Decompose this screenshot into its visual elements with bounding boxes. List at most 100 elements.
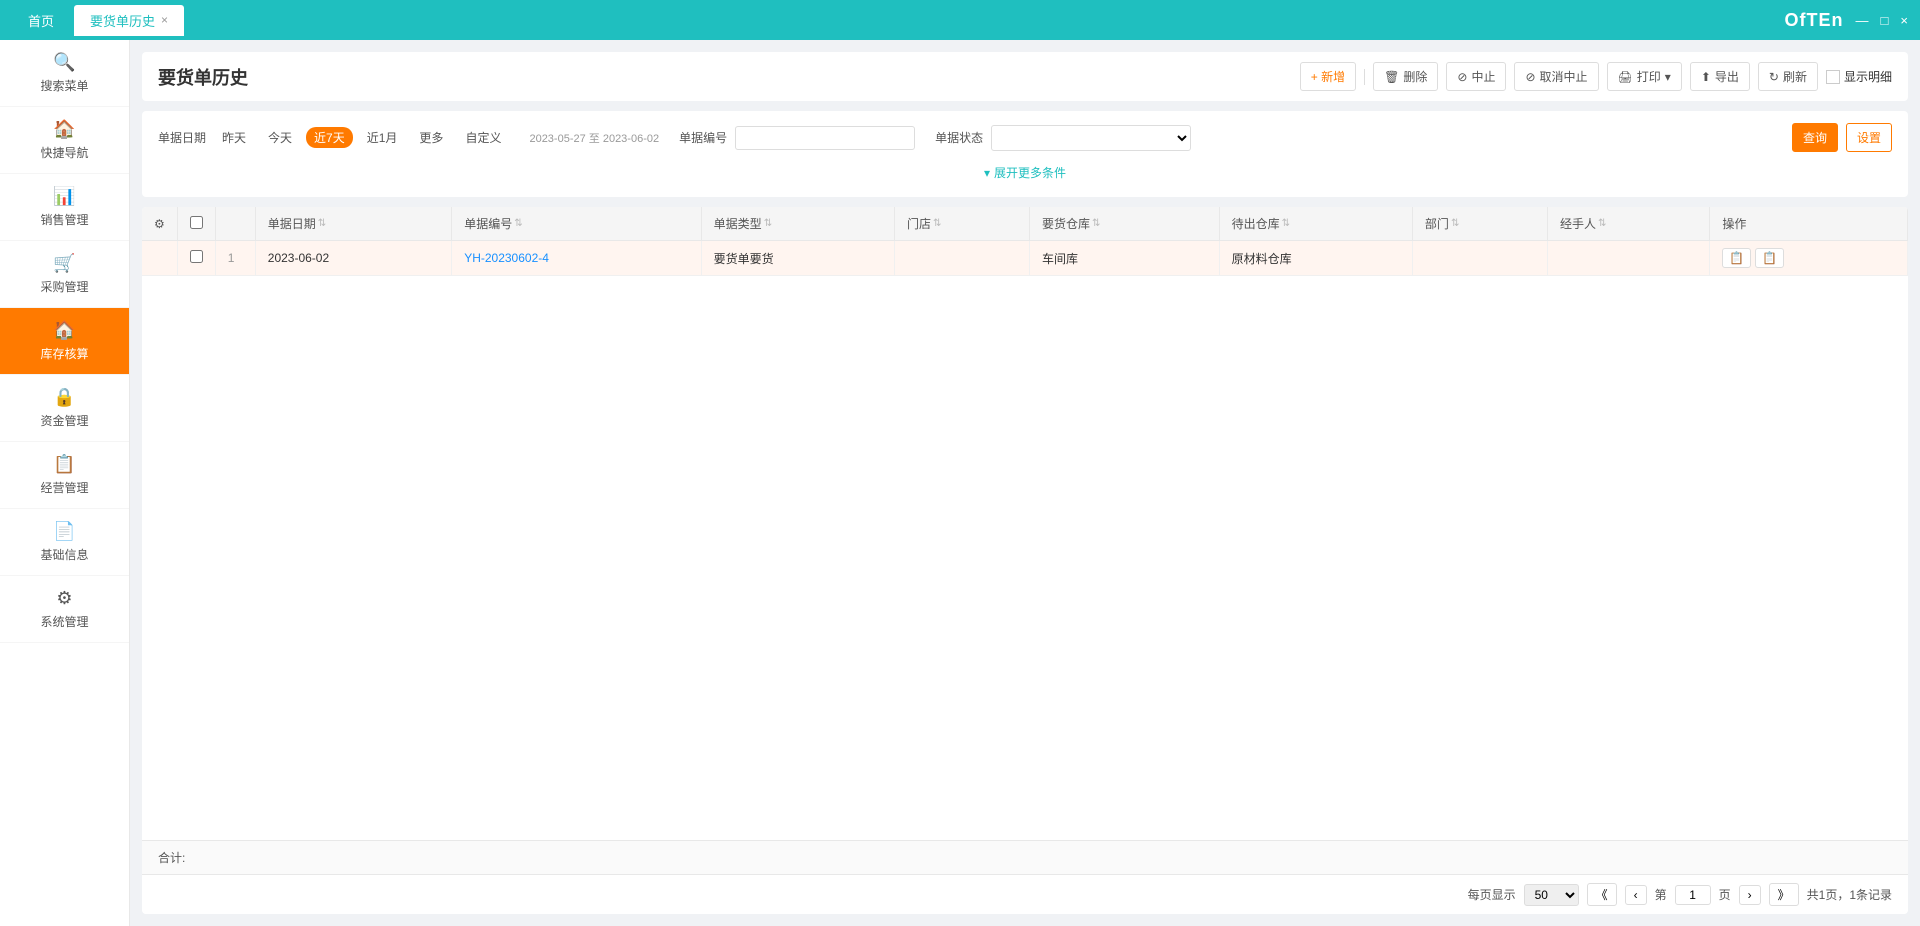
doc-no-input[interactable] bbox=[735, 126, 915, 150]
date-btn-yesterday[interactable]: 昨天 bbox=[214, 127, 254, 148]
col-type[interactable]: 单据类型 ⇅ bbox=[701, 207, 894, 241]
system-icon: ⚙ bbox=[56, 588, 72, 609]
tab-home[interactable]: 首页 bbox=[12, 5, 70, 36]
status-filter-item: 单据状态 bbox=[935, 125, 1191, 151]
sidebar: 🔍 搜索菜单 🏠 快捷导航 📊 销售管理 🛒 采购管理 🏠 库存核算 🔒 资金管… bbox=[0, 40, 130, 926]
sidebar-item-label: 系统管理 bbox=[40, 613, 88, 630]
date-filter-item: 单据日期 昨天 今天 近7天 近1月 更多 自定义 bbox=[158, 127, 509, 148]
page-input-suffix: 页 bbox=[1719, 886, 1731, 903]
print-button[interactable]: 🖨 打印 ▾ bbox=[1607, 62, 1682, 91]
col-settings[interactable]: ⚙ bbox=[142, 207, 177, 241]
sidebar-item-label: 经营管理 bbox=[40, 479, 88, 496]
sidebar-item-search[interactable]: 🔍 搜索菜单 bbox=[0, 40, 129, 107]
row-store bbox=[894, 241, 1029, 276]
date-btn-7days[interactable]: 近7天 bbox=[306, 127, 353, 148]
row-delete-button[interactable]: 📋 bbox=[1755, 248, 1784, 268]
sidebar-item-label: 库存核算 bbox=[40, 345, 88, 362]
filter-area: 单据日期 昨天 今天 近7天 近1月 更多 自定义 2023-05-27 至 2… bbox=[142, 111, 1908, 197]
next-page-button[interactable]: › bbox=[1739, 885, 1761, 905]
row-checkbox bbox=[177, 241, 215, 276]
main-content: 要货单历史 + 新增 🗑 删除 ⊘ 中止 ⊘ 取消中止 bbox=[130, 40, 1920, 926]
row-edit-button[interactable]: 📋 bbox=[1722, 248, 1751, 268]
pagination: 每页显示 50 100 《 ‹ 第 页 › 》 共1页，1条记录 bbox=[142, 874, 1908, 914]
sort-icon: ⇅ bbox=[1451, 218, 1459, 229]
row-department bbox=[1412, 241, 1547, 276]
col-num bbox=[215, 207, 255, 241]
row-no-link[interactable]: YH-20230602-4 bbox=[464, 251, 549, 265]
sidebar-item-label: 采购管理 bbox=[40, 278, 88, 295]
col-req-warehouse[interactable]: 要货仓库 ⇅ bbox=[1030, 207, 1220, 241]
col-no[interactable]: 单据编号 ⇅ bbox=[452, 207, 701, 241]
sidebar-item-basic[interactable]: 📄 基础信息 bbox=[0, 509, 129, 576]
cancel-stop-icon: ⊘ bbox=[1525, 70, 1535, 84]
page-size-select[interactable]: 50 100 bbox=[1524, 884, 1579, 906]
filter-row: 单据日期 昨天 今天 近7天 近1月 更多 自定义 2023-05-27 至 2… bbox=[158, 123, 1892, 152]
table-footer: 合计: bbox=[142, 840, 1908, 874]
stop-button[interactable]: ⊘ 中止 bbox=[1446, 62, 1506, 91]
sort-icon: ⇅ bbox=[1092, 218, 1100, 229]
date-range-item: 2023-05-27 至 2023-06-02 bbox=[529, 130, 659, 146]
sort-icon: ⇅ bbox=[933, 218, 941, 229]
page-title: 要货单历史 bbox=[158, 64, 248, 90]
status-select[interactable] bbox=[991, 125, 1191, 151]
col-pending-warehouse[interactable]: 待出仓库 ⇅ bbox=[1219, 207, 1412, 241]
stop-icon: ⊘ bbox=[1457, 70, 1467, 84]
col-store[interactable]: 门店 ⇅ bbox=[894, 207, 1029, 241]
sidebar-item-system[interactable]: ⚙ 系统管理 bbox=[0, 576, 129, 643]
col-department[interactable]: 部门 ⇅ bbox=[1412, 207, 1547, 241]
refresh-icon: ↻ bbox=[1769, 70, 1779, 84]
date-filter-options: 昨天 今天 近7天 近1月 更多 自定义 bbox=[214, 127, 509, 148]
export-icon: ⬆ bbox=[1701, 70, 1711, 84]
table-row: 1 2023-06-02 YH-20230602-4 要货单要货 车间库 原材料… bbox=[142, 241, 1908, 276]
table-container: ⚙ 单据日期 ⇅ bbox=[142, 207, 1908, 840]
sidebar-item-purchase[interactable]: 🛒 采购管理 bbox=[0, 241, 129, 308]
display-detail-checkbox[interactable]: 显示明细 bbox=[1826, 68, 1892, 85]
date-btn-today[interactable]: 今天 bbox=[260, 127, 300, 148]
delete-button[interactable]: 🗑 删除 bbox=[1373, 62, 1438, 91]
cancel-stop-button[interactable]: ⊘ 取消中止 bbox=[1514, 62, 1598, 91]
query-button[interactable]: 查询 bbox=[1792, 123, 1838, 152]
sidebar-item-sales[interactable]: 📊 销售管理 bbox=[0, 174, 129, 241]
row-action: 📋 📋 bbox=[1710, 241, 1908, 276]
row-no: YH-20230602-4 bbox=[452, 241, 701, 276]
status-label: 单据状态 bbox=[935, 129, 983, 146]
expand-filter-button[interactable]: ▾ 展开更多条件 bbox=[984, 160, 1066, 185]
close-window-button[interactable]: × bbox=[1900, 13, 1908, 28]
date-btn-more[interactable]: 更多 bbox=[411, 127, 451, 148]
sidebar-item-finance[interactable]: 🔒 资金管理 bbox=[0, 375, 129, 442]
last-page-button[interactable]: 》 bbox=[1769, 883, 1799, 906]
sidebar-item-inventory[interactable]: 🏠 库存核算 bbox=[0, 308, 129, 375]
brand-logo: OfTEn bbox=[1785, 10, 1844, 31]
tab-close-icon[interactable]: × bbox=[161, 13, 168, 27]
settings-button[interactable]: 设置 bbox=[1846, 123, 1892, 152]
sidebar-item-operation[interactable]: 📋 经营管理 bbox=[0, 442, 129, 509]
inventory-icon: 🏠 bbox=[53, 320, 75, 341]
sort-icon: ⇅ bbox=[764, 218, 772, 229]
expand-icon: ▾ bbox=[984, 166, 990, 180]
row-num: 1 bbox=[215, 241, 255, 276]
date-btn-custom[interactable]: 自定义 bbox=[457, 127, 509, 148]
new-button[interactable]: + 新增 bbox=[1300, 62, 1356, 91]
row-type: 要货单要货 bbox=[701, 241, 894, 276]
sidebar-item-shortcut[interactable]: 🏠 快捷导航 bbox=[0, 107, 129, 174]
row-req-warehouse: 车间库 bbox=[1030, 241, 1220, 276]
row-select-checkbox[interactable] bbox=[190, 250, 203, 263]
top-bar: 首页 要货单历史 × OfTEn — □ × bbox=[0, 0, 1920, 40]
col-handler[interactable]: 经手人 ⇅ bbox=[1547, 207, 1709, 241]
doc-no-filter-item: 单据编号 bbox=[679, 126, 915, 150]
minimize-button[interactable]: — bbox=[1856, 13, 1869, 28]
print-icon: 🖨 bbox=[1618, 70, 1633, 84]
filter-bottom: ▾ 展开更多条件 bbox=[158, 160, 1892, 185]
maximize-button[interactable]: □ bbox=[1881, 13, 1889, 28]
refresh-button[interactable]: ↻ 刷新 bbox=[1758, 62, 1818, 91]
date-btn-1month[interactable]: 近1月 bbox=[359, 127, 406, 148]
col-date[interactable]: 单据日期 ⇅ bbox=[255, 207, 451, 241]
export-button[interactable]: ⬆ 导出 bbox=[1690, 62, 1750, 91]
select-all-checkbox[interactable] bbox=[190, 216, 203, 229]
prev-page-button[interactable]: ‹ bbox=[1625, 885, 1647, 905]
tab-active[interactable]: 要货单历史 × bbox=[74, 5, 184, 36]
first-page-button[interactable]: 《 bbox=[1587, 883, 1617, 906]
date-range-display: 2023-05-27 至 2023-06-02 bbox=[529, 130, 659, 146]
tab-bar: 首页 要货单历史 × bbox=[12, 5, 1785, 36]
page-number-input[interactable] bbox=[1675, 885, 1711, 905]
